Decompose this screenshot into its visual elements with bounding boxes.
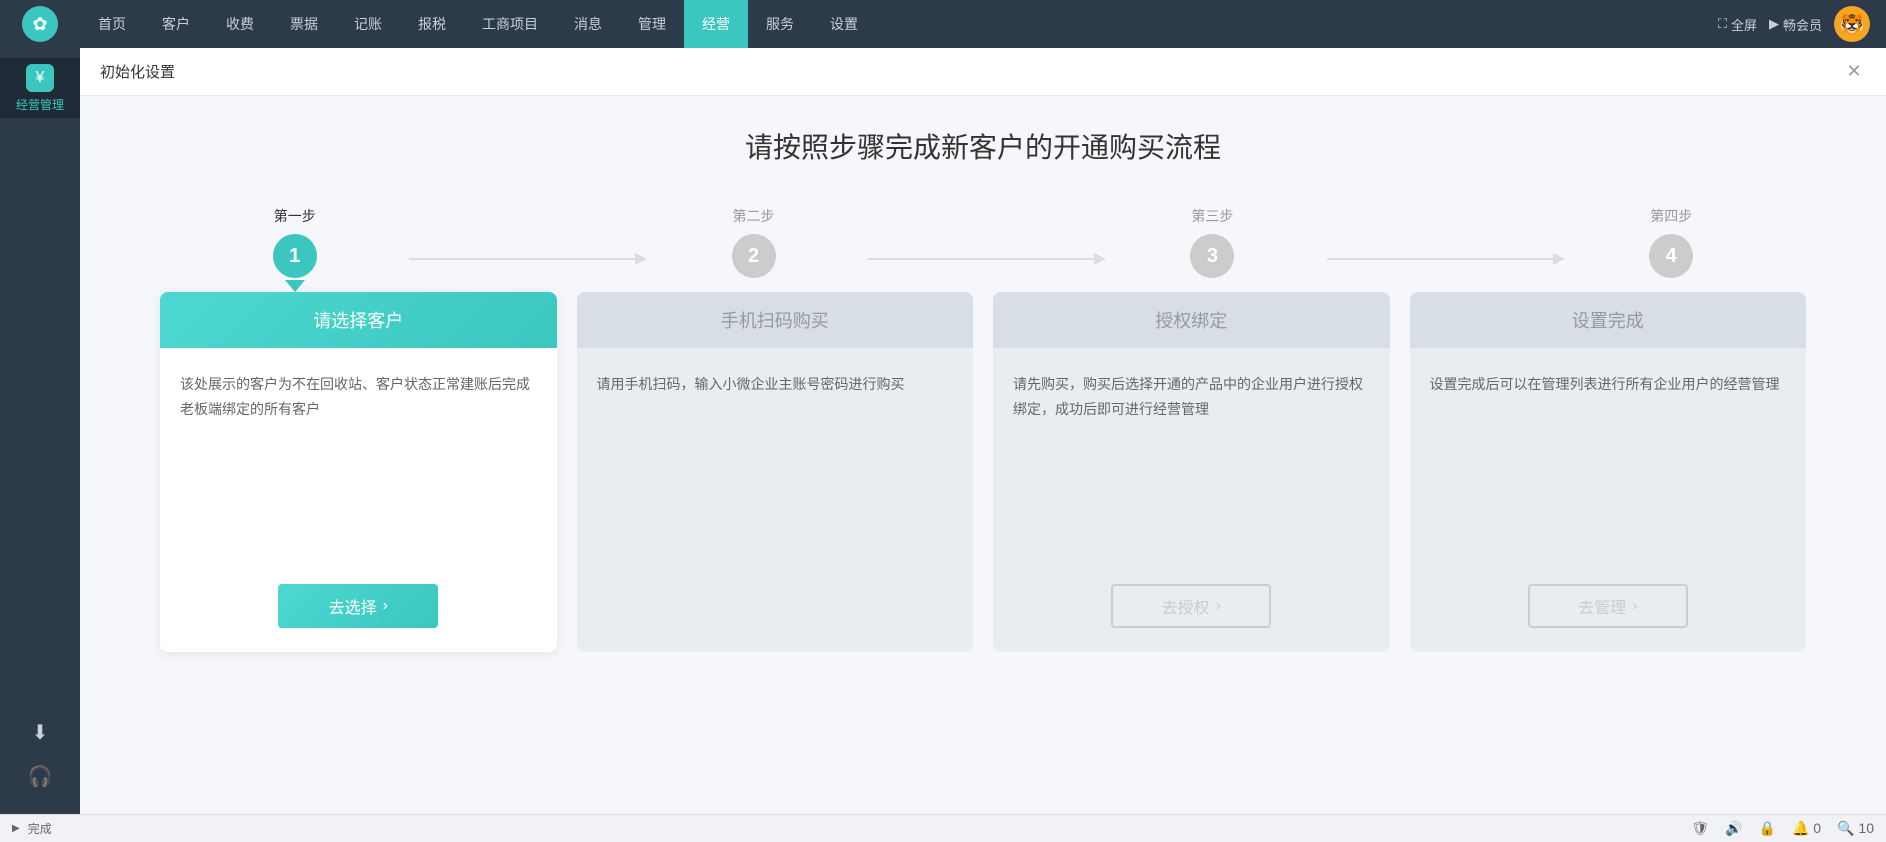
top-navigation: ✿ 首页客户收费票据记账报税工商项目消息管理经营服务设置 ⛶ 全屏 ▶ 畅会员 …: [0, 0, 1886, 48]
go-select-button[interactable]: 去选择 ›: [278, 584, 438, 628]
step-2-circle: 2: [732, 234, 776, 278]
card-4-header: 设置完成: [1410, 292, 1807, 348]
step-2-label: 第二步: [733, 206, 775, 226]
close-button[interactable]: ✕: [1842, 60, 1866, 84]
nav-item-记账[interactable]: 记账: [336, 0, 400, 48]
card-4-footer: 去管理 ›: [1410, 568, 1807, 652]
nav-item-服务[interactable]: 服务: [748, 0, 812, 48]
steps-timeline: 第一步 1 第二步 2: [120, 206, 1846, 292]
nav-item-消息[interactable]: 消息: [556, 0, 620, 48]
member-button[interactable]: ▶ 畅会员: [1769, 15, 1822, 34]
step-card-1: 请选择客户 该处展示的客户为不在回收站、客户状态正常建账后完成老板端绑定的所有客…: [160, 292, 557, 652]
card-1-header: 请选择客户: [160, 292, 557, 348]
step-3-label: 第三步: [1191, 206, 1233, 226]
sidebar-bottom: ⬇ 🎧: [22, 714, 58, 794]
lock-icon: 🔒: [1759, 820, 1776, 837]
sidebar-item-management[interactable]: ¥ 经营管理: [0, 58, 80, 118]
fullscreen-button[interactable]: ⛶ 全屏: [1718, 15, 1757, 34]
status-left: ▶ 完成: [12, 820, 52, 837]
nav-menu: 首页客户收费票据记账报税工商项目消息管理经营服务设置: [80, 0, 1718, 48]
flow-title: 请按照步骤完成新客户的开通购买流程: [120, 126, 1846, 166]
card-1-footer: 去选择 ›: [160, 568, 557, 652]
step-4-label: 第四步: [1650, 206, 1692, 226]
status-right: 🛡 🔊 🔒 🔔 0 🔍 10: [1691, 820, 1874, 837]
avatar[interactable]: 🐯: [1834, 6, 1870, 42]
card-3-header: 授权绑定: [993, 292, 1390, 348]
card-2-header: 手机扫码购买: [577, 292, 974, 348]
step-card-4: 设置完成 设置完成后可以在管理列表进行所有企业用户的经营管理 去管理 ›: [1410, 292, 1807, 652]
card-3-footer: 去授权 ›: [993, 568, 1390, 652]
card-2-body: 请用手机扫码，输入小微企业主账号密码进行购买: [577, 348, 974, 612]
nav-item-客户[interactable]: 客户: [144, 0, 208, 48]
connector-1-2: [409, 258, 638, 260]
step-4-circle: 4: [1649, 234, 1693, 278]
step-2-header: 第二步 2: [639, 206, 868, 292]
play-icon-status: ▶: [12, 823, 20, 834]
logo[interactable]: ✿: [22, 6, 58, 42]
step-1-header: 第一步 1: [180, 206, 409, 292]
card-1-body: 该处展示的客户为不在回收站、客户状态正常建账后完成老板端绑定的所有客户: [160, 348, 557, 568]
nav-item-管理[interactable]: 管理: [620, 0, 684, 48]
nav-item-经营[interactable]: 经营: [684, 0, 748, 48]
status-bar: ▶ 完成 🛡 🔊 🔒 🔔 0 🔍 10: [0, 814, 1886, 842]
content-area: 请按照步骤完成新客户的开通购买流程 第一步 1 第二步 2: [80, 96, 1886, 814]
step-1-circle: 1: [273, 234, 317, 278]
step-3-circle: 3: [1190, 234, 1234, 278]
step-3-header: 第三步 3: [1098, 206, 1327, 292]
step-card-2: 手机扫码购买 请用手机扫码，输入小微企业主账号密码进行购买: [577, 292, 974, 652]
main-content: 初始化设置 ✕ 请按照步骤完成新客户的开通购买流程 第一步 1 第二步: [80, 48, 1886, 814]
chevron-right-icon-4: ›: [1632, 597, 1637, 615]
nav-right: ⛶ 全屏 ▶ 畅会员 🐯: [1718, 6, 1886, 42]
step-4-header: 第四步 4: [1557, 206, 1786, 292]
nav-item-票据[interactable]: 票据: [272, 0, 336, 48]
go-manage-button[interactable]: 去管理 ›: [1528, 584, 1688, 628]
nav-item-工商项目[interactable]: 工商项目: [464, 0, 556, 48]
nav-item-首页[interactable]: 首页: [80, 0, 144, 48]
zoom-icon: 🔍 10: [1837, 820, 1874, 837]
step-1-label: 第一步: [274, 206, 316, 226]
chevron-right-icon-3: ›: [1216, 597, 1221, 615]
step-card-3: 授权绑定 请先购买，购买后选择开通的产品中的企业用户进行授权绑定，成功后即可进行…: [993, 292, 1390, 652]
page-title: 初始化设置: [100, 61, 175, 82]
headset-icon[interactable]: 🎧: [22, 758, 58, 794]
chevron-right-icon: ›: [383, 597, 388, 615]
nav-item-收费[interactable]: 收费: [208, 0, 272, 48]
download-icon[interactable]: ⬇: [22, 714, 58, 750]
card-3-body: 请先购买，购买后选择开通的产品中的企业用户进行授权绑定，成功后即可进行经营管理: [993, 348, 1390, 568]
status-text: 完成: [28, 820, 52, 837]
page-header: 初始化设置 ✕: [80, 48, 1886, 96]
fullscreen-icon: ⛶: [1718, 16, 1727, 32]
notification-icon: 🔔 0: [1792, 820, 1821, 837]
step-1-pointer: [285, 280, 305, 292]
cards-row: 请选择客户 该处展示的客户为不在回收站、客户状态正常建账后完成老板端绑定的所有客…: [120, 292, 1846, 652]
play-icon: ▶: [1769, 16, 1779, 32]
nav-item-设置[interactable]: 设置: [812, 0, 876, 48]
nav-item-报税[interactable]: 报税: [400, 0, 464, 48]
management-icon: ¥: [26, 64, 54, 92]
card-2-footer: [577, 612, 974, 652]
connector-3-4: [1327, 258, 1556, 260]
card-4-body: 设置完成后可以在管理列表进行所有企业用户的经营管理: [1410, 348, 1807, 568]
connector-2-3: [868, 258, 1097, 260]
go-authorize-button[interactable]: 去授权 ›: [1111, 584, 1271, 628]
volume-icon: 🔊: [1725, 820, 1742, 837]
shield-icon: 🛡: [1691, 820, 1709, 837]
sidebar: ¥ 经营管理 ⬇ 🎧: [0, 48, 80, 814]
